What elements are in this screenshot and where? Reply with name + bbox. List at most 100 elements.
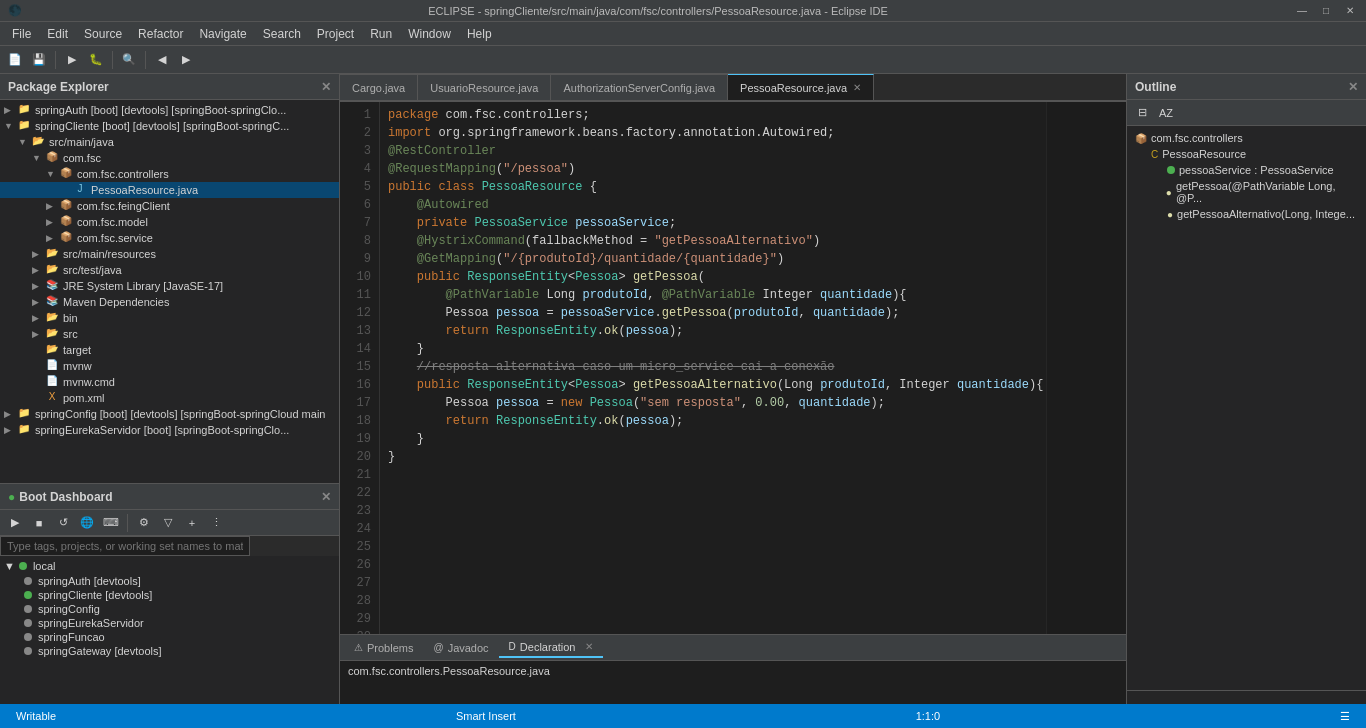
tree-item[interactable]: ▼ 📦 com.fsc.controllers	[0, 166, 339, 182]
boot-dashboard-search[interactable]	[0, 536, 250, 556]
outline-scrollbar[interactable]	[1127, 690, 1366, 704]
tree-arrow: ▶	[32, 313, 44, 323]
editor-tab-UsuarioResource-java[interactable]: UsuarioResource.java	[418, 74, 551, 100]
bd-list-item[interactable]: springAuth [devtools]	[0, 574, 339, 588]
bd-settings-button[interactable]: ⚙	[133, 512, 155, 534]
menu-item-refactor[interactable]: Refactor	[130, 25, 191, 43]
tab-close-icon[interactable]: ✕	[853, 82, 861, 93]
outline-item[interactable]: CPessoaResource	[1127, 146, 1366, 162]
bottom-tab-label: Problems	[367, 642, 413, 654]
tree-item[interactable]: ▶ 📂 src/main/resources	[0, 246, 339, 262]
bd-open-button[interactable]: 🌐	[76, 512, 98, 534]
bottom-tab-close[interactable]: ✕	[585, 641, 593, 652]
bottom-content: com.fsc.controllers.PessoaResource.java	[340, 661, 1126, 704]
menu-item-window[interactable]: Window	[400, 25, 459, 43]
package-explorer-content[interactable]: ▶ 📁 springAuth [boot] [devtools] [spring…	[0, 100, 339, 483]
toolbar-separator-3	[145, 51, 146, 69]
bd-add-button[interactable]: +	[181, 512, 203, 534]
tree-item[interactable]: ▶ 📁 springConfig [boot] [devtools] [spri…	[0, 406, 339, 422]
back-button[interactable]: ◀	[151, 49, 173, 71]
bd-list-item[interactable]: springEurekaServidor	[0, 616, 339, 630]
tree-item[interactable]: ▶ 📁 springAuth [boot] [devtools] [spring…	[0, 102, 339, 118]
bd-list-item[interactable]: springFuncao	[0, 630, 339, 644]
bd-list-item[interactable]: springCliente [devtools]	[0, 588, 339, 602]
bd-stop-button[interactable]: ■	[28, 512, 50, 534]
line-number: 2	[340, 124, 371, 142]
bd-group-header[interactable]: ▼local	[0, 558, 339, 574]
bd-restart-button[interactable]: ↺	[52, 512, 74, 534]
package-explorer-close[interactable]: ✕	[321, 80, 331, 94]
menu-item-navigate[interactable]: Navigate	[191, 25, 254, 43]
bd-item-label: springAuth [devtools]	[38, 575, 141, 587]
menu-item-source[interactable]: Source	[76, 25, 130, 43]
bd-item-label: springGateway [devtools]	[38, 645, 162, 657]
code-line: public ResponseEntity<Pessoa> getPessoa(	[388, 268, 1038, 286]
menu-item-search[interactable]: Search	[255, 25, 309, 43]
boot-dashboard-close[interactable]: ✕	[321, 490, 331, 504]
bd-more-button[interactable]: ⋮	[205, 512, 227, 534]
outline-content[interactable]: 📦com.fsc.controllersCPessoaResourcepesso…	[1127, 126, 1366, 690]
tree-item[interactable]: ▶ 📚 Maven Dependencies	[0, 294, 339, 310]
close-button[interactable]: ✕	[1342, 3, 1358, 19]
tree-item[interactable]: ▼ 📂 src/main/java	[0, 134, 339, 150]
bottom-tab-javadoc[interactable]: @Javadoc	[423, 639, 498, 657]
editor-tab-AuthorizationServerConfig-java[interactable]: AuthorizationServerConfig.java	[551, 74, 728, 100]
minimize-button[interactable]: —	[1294, 3, 1310, 19]
tree-item[interactable]: ▶ 📁 springEurekaServidor [boot] [springB…	[0, 422, 339, 438]
run-button[interactable]: ▶	[61, 49, 83, 71]
new-button[interactable]: 📄	[4, 49, 26, 71]
tree-item[interactable]: 📄 mvnw.cmd	[0, 374, 339, 390]
tree-item[interactable]: ▼ 📦 com.fsc	[0, 150, 339, 166]
tree-item[interactable]: J PessoaResource.java	[0, 182, 339, 198]
outline-item[interactable]: ●getPessoa(@PathVariable Long, @P...	[1127, 178, 1366, 206]
menu-item-project[interactable]: Project	[309, 25, 362, 43]
menubar: FileEditSourceRefactorNavigateSearchProj…	[0, 22, 1366, 46]
debug-button[interactable]: 🐛	[85, 49, 107, 71]
outline-close[interactable]: ✕	[1348, 80, 1358, 94]
editor-tab-Cargo-java[interactable]: Cargo.java	[340, 74, 418, 100]
search-button[interactable]: 🔍	[118, 49, 140, 71]
bd-console-button[interactable]: ⌨	[100, 512, 122, 534]
bd-list-item[interactable]: springGateway [devtools]	[0, 644, 339, 658]
tree-item[interactable]: ▼ 📁 springCliente [boot] [devtools] [spr…	[0, 118, 339, 134]
forward-button[interactable]: ▶	[175, 49, 197, 71]
right-panel: Outline ✕ ⊟ AZ 📦com.fsc.controllersCPess…	[1126, 74, 1366, 704]
tree-item[interactable]: X pom.xml	[0, 390, 339, 406]
tree-arrow: ▶	[32, 281, 44, 291]
bd-filter-button[interactable]: ▽	[157, 512, 179, 534]
tab-label: AuthorizationServerConfig.java	[563, 82, 715, 94]
tree-item[interactable]: ▶ 📂 src/test/java	[0, 262, 339, 278]
menu-item-edit[interactable]: Edit	[39, 25, 76, 43]
tree-item[interactable]: 📂 target	[0, 342, 339, 358]
bottom-tab-declaration[interactable]: DDeclaration✕	[499, 638, 604, 658]
outline-item[interactable]: ●getPessoaAlternativo(Long, Intege...	[1127, 206, 1366, 222]
editor-tab-PessoaResource-java[interactable]: PessoaResource.java✕	[728, 74, 874, 100]
line-number: 16	[340, 376, 371, 394]
bd-list-item[interactable]: springConfig	[0, 602, 339, 616]
menu-item-help[interactable]: Help	[459, 25, 500, 43]
outline-item[interactable]: pessoaService : PessoaService	[1127, 162, 1366, 178]
tab-label: Cargo.java	[352, 82, 405, 94]
maximize-button[interactable]: □	[1318, 3, 1334, 19]
outline-collapse-button[interactable]: ⊟	[1131, 102, 1153, 124]
tree-arrow: ▶	[46, 201, 58, 211]
menu-item-file[interactable]: File	[4, 25, 39, 43]
tree-item[interactable]: ▶ 📦 com.fsc.feingClient	[0, 198, 339, 214]
tree-item[interactable]: ▶ 📚 JRE System Library [JavaSE-17]	[0, 278, 339, 294]
code-content[interactable]: package com.fsc.controllers;import org.s…	[380, 102, 1046, 634]
editor-area[interactable]: 1234567891011121314151617181920212223242…	[340, 102, 1126, 634]
bottom-tab-problems[interactable]: ⚠Problems	[344, 639, 423, 657]
tree-item[interactable]: ▶ 📦 com.fsc.service	[0, 230, 339, 246]
tree-item[interactable]: ▶ 📦 com.fsc.model	[0, 214, 339, 230]
tree-label: PessoaResource.java	[91, 184, 198, 196]
bd-start-button[interactable]: ▶	[4, 512, 26, 534]
tree-item[interactable]: ▶ 📂 src	[0, 326, 339, 342]
tree-item[interactable]: 📄 mvnw	[0, 358, 339, 374]
code-line: @RequestMapping("/pessoa")	[388, 160, 1038, 178]
menu-item-run[interactable]: Run	[362, 25, 400, 43]
outline-item[interactable]: 📦com.fsc.controllers	[1127, 130, 1366, 146]
save-button[interactable]: 💾	[28, 49, 50, 71]
tree-icon: 📁	[16, 103, 32, 117]
outline-sort-button[interactable]: AZ	[1155, 102, 1177, 124]
tree-item[interactable]: ▶ 📂 bin	[0, 310, 339, 326]
